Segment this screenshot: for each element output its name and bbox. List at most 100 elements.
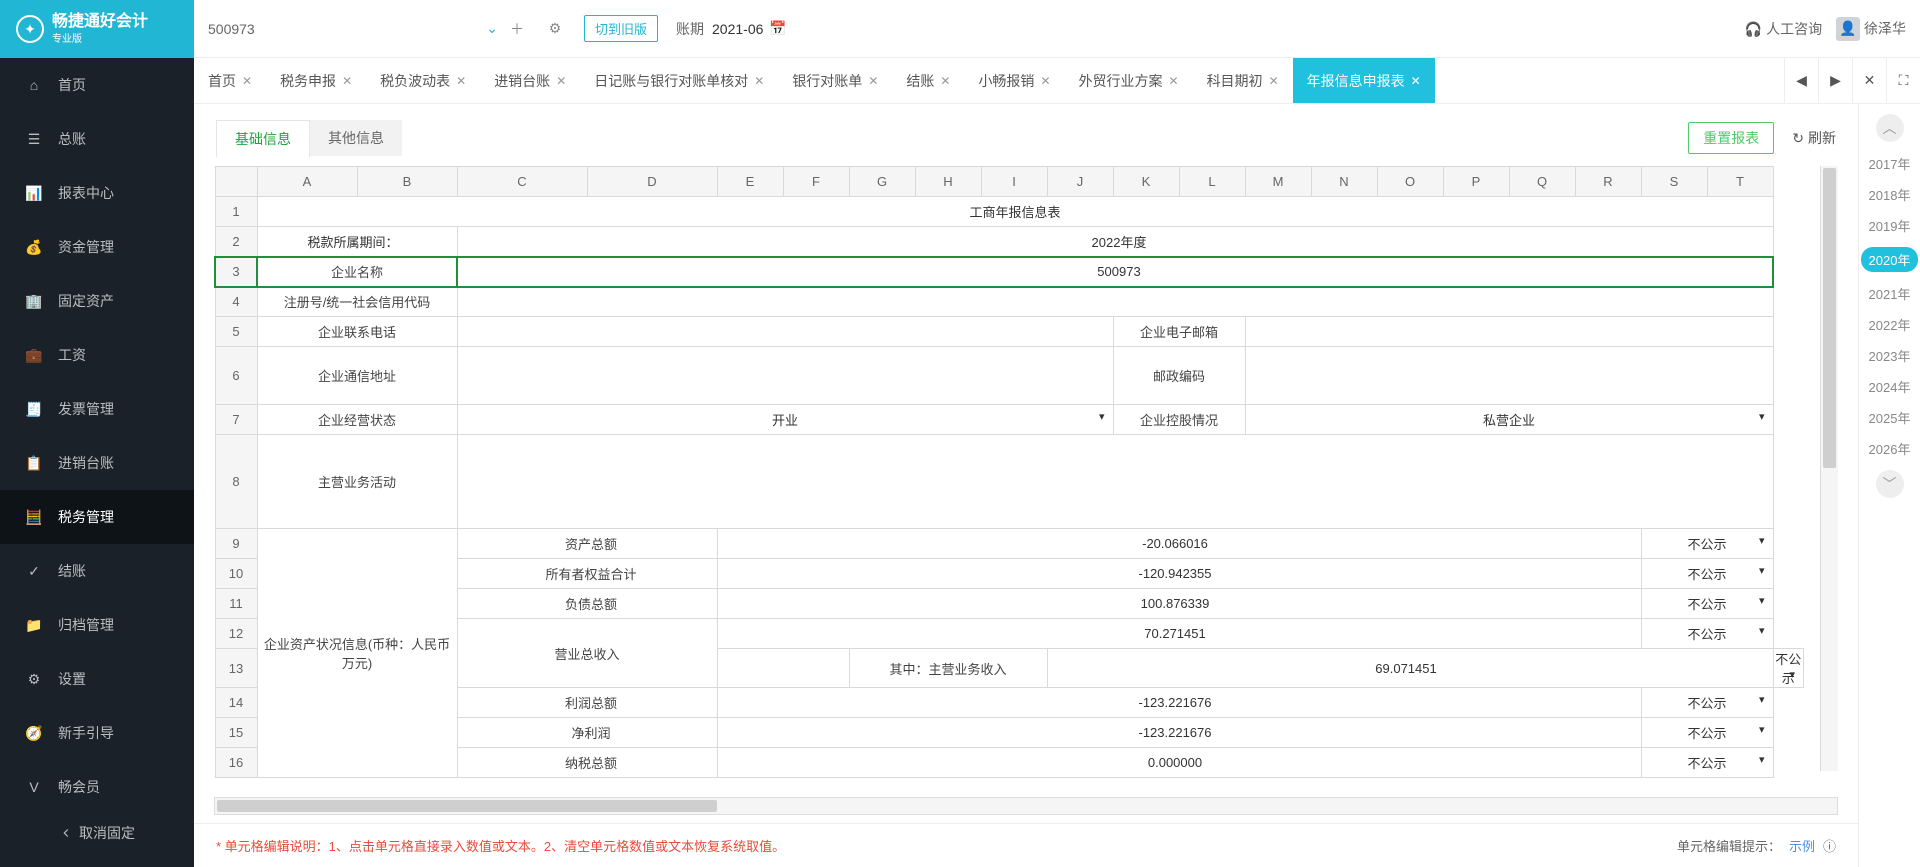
support-link[interactable]: 🎧 人工咨询	[1745, 19, 1822, 39]
subtab-basic[interactable]: 基础信息	[216, 120, 310, 157]
col-header[interactable]: Q	[1509, 167, 1575, 197]
tab-close-icon[interactable]: ✕	[1411, 74, 1421, 88]
publish-dropdown[interactable]: 不公示	[1641, 589, 1773, 619]
company-selector[interactable]: 500973 ⌄	[208, 20, 498, 37]
row-header[interactable]: 6	[215, 347, 257, 405]
tab-0[interactable]: 首页✕	[194, 58, 266, 103]
year-option[interactable]: 2020年	[1861, 247, 1919, 272]
col-header[interactable]: N	[1311, 167, 1377, 197]
tab-1[interactable]: 税务申报✕	[266, 58, 366, 103]
tab-10[interactable]: 年报信息申报表✕	[1293, 58, 1435, 103]
reset-report-button[interactable]: 重置报表	[1688, 122, 1774, 154]
settings-icon[interactable]: ⚙	[542, 16, 568, 42]
publish-dropdown[interactable]: 不公示	[1641, 688, 1773, 718]
tab-close-icon[interactable]: ✕	[754, 74, 764, 88]
tabs-fullscreen-icon[interactable]: ⛶	[1886, 58, 1920, 104]
tab-close-icon[interactable]: ✕	[1169, 74, 1179, 88]
tab-close-icon[interactable]: ✕	[342, 74, 352, 88]
year-option[interactable]: 2022年	[1869, 315, 1911, 334]
nav-item-2[interactable]: 📊报表中心	[0, 166, 194, 220]
tab-close-icon[interactable]: ✕	[456, 74, 466, 88]
tabs-next[interactable]: ▶	[1818, 58, 1852, 104]
col-header[interactable]: F	[783, 167, 849, 197]
publish-dropdown[interactable]: 不公示	[1641, 718, 1773, 748]
publish-dropdown[interactable]: 不公示	[1641, 559, 1773, 589]
tab-close-icon[interactable]: ✕	[940, 74, 950, 88]
col-header[interactable]: T	[1707, 167, 1773, 197]
col-header[interactable]: R	[1575, 167, 1641, 197]
row-header[interactable]: 5	[215, 317, 257, 347]
nav-item-3[interactable]: 💰资金管理	[0, 220, 194, 274]
col-header[interactable]: H	[915, 167, 981, 197]
user-menu[interactable]: 👤 徐泽华	[1836, 17, 1906, 41]
nav-item-5[interactable]: 💼工资	[0, 328, 194, 382]
year-prev-button[interactable]: ︿	[1876, 114, 1904, 142]
nav-item-0[interactable]: ⌂首页	[0, 58, 194, 112]
row-header[interactable]: 4	[215, 287, 257, 317]
nav-item-7[interactable]: 📋进销台账	[0, 436, 194, 490]
col-header[interactable]: P	[1443, 167, 1509, 197]
col-header[interactable]: C	[457, 167, 587, 197]
year-option[interactable]: 2024年	[1869, 377, 1911, 396]
nav-item-4[interactable]: 🏢固定资产	[0, 274, 194, 328]
col-header[interactable]: A	[257, 167, 357, 197]
tab-close-icon[interactable]: ✕	[242, 74, 252, 88]
row-header[interactable]: 8	[215, 435, 257, 529]
row-header[interactable]: 12	[215, 619, 257, 649]
tab-9[interactable]: 科目期初✕	[1193, 58, 1293, 103]
tab-8[interactable]: 外贸行业方案✕	[1065, 58, 1193, 103]
year-option[interactable]: 2019年	[1869, 216, 1911, 235]
year-option[interactable]: 2021年	[1869, 284, 1911, 303]
add-button[interactable]: ＋	[504, 16, 530, 42]
vertical-scrollbar[interactable]	[1820, 166, 1838, 771]
nav-item-9[interactable]: ✓结账	[0, 544, 194, 598]
row-header[interactable]: 9	[215, 529, 257, 559]
publish-dropdown[interactable]: 不公示	[1641, 748, 1773, 778]
col-header[interactable]: B	[357, 167, 457, 197]
row-header[interactable]: 15	[215, 718, 257, 748]
tab-2[interactable]: 税负波动表✕	[366, 58, 480, 103]
refresh-button[interactable]: ↻ 刷新	[1792, 128, 1836, 148]
row-header[interactable]: 2	[215, 227, 257, 257]
period-value[interactable]: 2021-06	[712, 21, 763, 37]
tabs-close[interactable]: ✕	[1852, 58, 1886, 104]
col-header[interactable]: K	[1113, 167, 1179, 197]
year-option[interactable]: 2018年	[1869, 185, 1911, 204]
horizontal-scrollbar[interactable]	[214, 797, 1838, 815]
nav-item-11[interactable]: ⚙设置	[0, 652, 194, 706]
year-option[interactable]: 2026年	[1869, 439, 1911, 458]
info-icon[interactable]: ⓘ	[1823, 836, 1836, 855]
tab-close-icon[interactable]: ✕	[868, 74, 878, 88]
publish-dropdown[interactable]: 不公示	[1641, 529, 1773, 559]
row-header[interactable]: 7	[215, 405, 257, 435]
cell-input[interactable]: 500973	[457, 257, 1773, 287]
col-header[interactable]: I	[981, 167, 1047, 197]
corner-cell[interactable]	[215, 167, 257, 197]
col-header[interactable]: O	[1377, 167, 1443, 197]
tab-5[interactable]: 银行对账单✕	[778, 58, 892, 103]
year-option[interactable]: 2025年	[1869, 408, 1911, 427]
holding-dropdown[interactable]: 私营企业	[1245, 405, 1773, 435]
tab-7[interactable]: 小畅报销✕	[964, 58, 1064, 103]
status-dropdown[interactable]: 开业	[457, 405, 1113, 435]
tab-6[interactable]: 结账✕	[892, 58, 964, 103]
row-header[interactable]: 3	[215, 257, 257, 287]
tab-3[interactable]: 进销台账✕	[480, 58, 580, 103]
col-header[interactable]: D	[587, 167, 717, 197]
year-option[interactable]: 2023年	[1869, 346, 1911, 365]
nav-item-13[interactable]: V畅会员	[0, 760, 194, 814]
publish-dropdown[interactable]: 不公示	[1773, 649, 1804, 688]
tab-close-icon[interactable]: ✕	[1269, 74, 1279, 88]
row-header[interactable]: 16	[215, 748, 257, 778]
year-next-button[interactable]: ﹀	[1876, 470, 1904, 498]
row-header[interactable]: 10	[215, 559, 257, 589]
tab-close-icon[interactable]: ✕	[1040, 74, 1050, 88]
nav-item-12[interactable]: 🧭新手引导	[0, 706, 194, 760]
unpin-button[interactable]: 取消固定	[0, 813, 194, 853]
col-header[interactable]: L	[1179, 167, 1245, 197]
spreadsheet[interactable]: ABCDEFGHIJKLMNOPQRST 1工商年报信息表2税款所属期间：202…	[214, 166, 1804, 778]
nav-item-6[interactable]: 🧾发票管理	[0, 382, 194, 436]
nav-item-1[interactable]: ☰总账	[0, 112, 194, 166]
year-option[interactable]: 2017年	[1869, 154, 1911, 173]
row-header[interactable]: 13	[215, 649, 257, 688]
